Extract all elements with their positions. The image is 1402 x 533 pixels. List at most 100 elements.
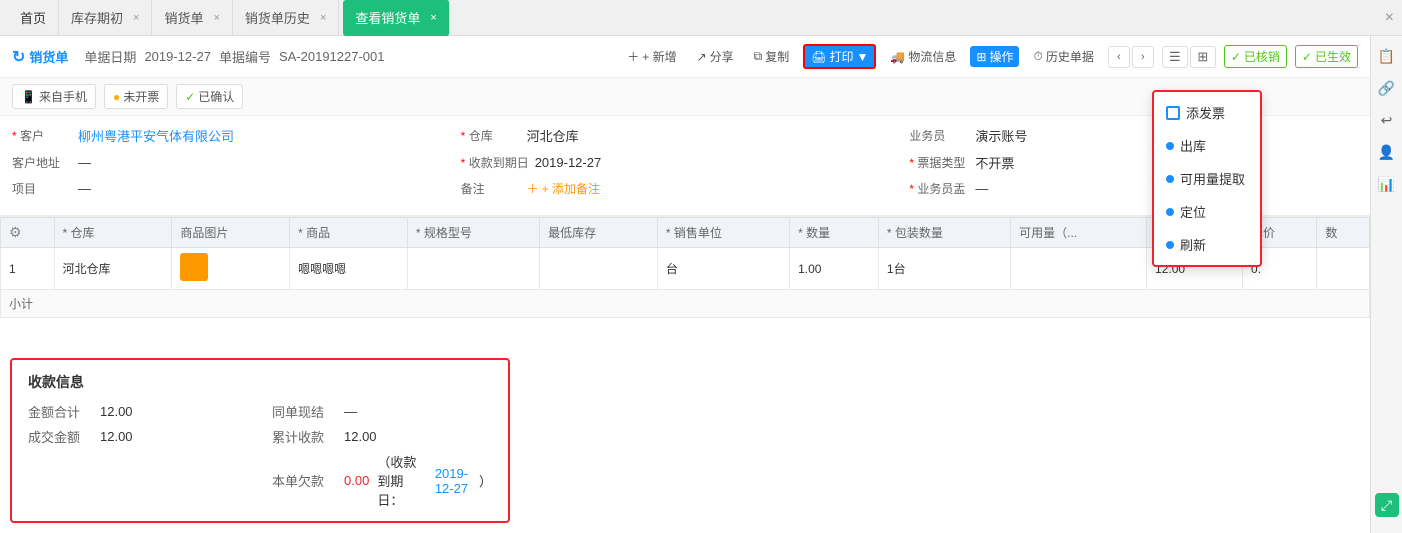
subtotal-label: 小计 [1, 290, 1370, 318]
doc-actions: ＋ + 新增 ↗ 分享 ⧉ 复制 🖨 打印 ▼ 🚚 [621, 44, 1358, 69]
sidebar-icon-user[interactable]: 👤 [1375, 140, 1399, 164]
new-icon: ＋ [627, 48, 639, 65]
grid-view-button[interactable]: ⊞ [1190, 46, 1216, 68]
tab-home-label: 首页 [20, 8, 46, 27]
col-pkg: * 包装数量 [878, 218, 1010, 248]
tab-history[interactable]: 销货单历史 × [233, 0, 339, 36]
mobile-icon: 📱 [21, 90, 36, 104]
row-num: 1 [1, 248, 55, 290]
dropdown-locate[interactable]: 定位 [1154, 195, 1260, 228]
project-value: — [78, 181, 91, 196]
sidebar-icon-link[interactable]: 🔗 [1375, 76, 1399, 100]
payment-grid: 金额合计 12.00 同单现结 — 成交金额 12.00 累计收款 12.00 … [28, 402, 492, 509]
operations-button[interactable]: ⊞ 操作 [970, 46, 1019, 67]
warehouse-label: 仓库 [461, 127, 521, 144]
staff2-field: 业务员盂 — [909, 180, 1358, 197]
prev-arrow[interactable]: ‹ [1108, 46, 1130, 68]
same-order-value: — [344, 404, 357, 419]
col-unit: * 销售单位 [657, 218, 789, 248]
settings-icon[interactable]: ⚙ [9, 224, 22, 240]
grid-icon: ⊞ [976, 50, 986, 64]
tab-history-label: 销货单历史 [245, 8, 310, 27]
tab-sales-close[interactable]: × [213, 12, 219, 24]
col-gear: ⚙ [1, 218, 55, 248]
total-received-row: 累计收款 12.00 [272, 427, 492, 446]
print-button[interactable]: 🖨 打印 ▼ [803, 44, 876, 69]
copy-icon: ⧉ [754, 49, 763, 64]
print-dropdown-arrow: ▼ [857, 50, 869, 64]
add-note-button[interactable]: ＋ + 添加备注 [527, 180, 600, 197]
address-value: — [78, 155, 91, 170]
operations-dropdown: 添发票 出库 可用量提取 定位 刷新 [1152, 90, 1262, 267]
doc-meta: 单据日期 2019-12-27 单据编号 SA-20191227-001 [84, 47, 384, 66]
row-qty: 1.00 [790, 248, 879, 290]
col-min-stock: 最低库存 [540, 218, 658, 248]
col-extra: 数 [1317, 218, 1370, 248]
due-label: 本单欠款 [272, 471, 336, 490]
dropdown-available[interactable]: 可用量提取 [1154, 162, 1260, 195]
tab-view-sales-close[interactable]: × [430, 12, 436, 24]
window-close-button[interactable]: × [1385, 9, 1394, 27]
tab-inventory[interactable]: 库存期初 × [59, 0, 152, 36]
next-arrow[interactable]: › [1132, 46, 1154, 68]
logistics-button[interactable]: 🚚 物流信息 [884, 46, 962, 67]
refresh-icon [1166, 241, 1174, 249]
doc-type-label: ↻ 销货单 [12, 47, 68, 67]
deal-amount-label: 成交金额 [28, 427, 92, 446]
from-mobile-button[interactable]: 📱 来自手机 [12, 84, 96, 109]
due-row: 本单欠款 0.00 （收款到期日： 2019-12-27 ） [272, 452, 492, 509]
staff-label: 业务员 [909, 127, 969, 144]
copy-button[interactable]: ⧉ 复制 [748, 46, 796, 67]
address-field: 客户地址 — [12, 154, 461, 171]
warehouse-value: 河北仓库 [527, 126, 579, 145]
locate-icon [1166, 208, 1174, 216]
dropdown-add-invoice[interactable]: 添发票 [1154, 96, 1260, 129]
tab-inventory-close[interactable]: × [133, 12, 139, 24]
ticket-type-field: 票据类型 不开票 [909, 153, 1358, 172]
dropdown-outbound[interactable]: 出库 [1154, 129, 1260, 162]
new-button[interactable]: ＋ + 新增 [621, 46, 682, 67]
due-date-label: 收款到期日 [461, 154, 529, 171]
ticket-type-value: 不开票 [975, 153, 1014, 172]
nav-arrows: ‹ › [1108, 46, 1154, 68]
check-icon: ✓ [1231, 50, 1241, 64]
not-open-button[interactable]: ● 未开票 [104, 84, 168, 109]
sidebar-icon-chart[interactable]: 📊 [1375, 172, 1399, 196]
note-label: 备注 [461, 180, 521, 197]
project-label: 项目 [12, 180, 72, 197]
share-button[interactable]: ↗ 分享 [691, 46, 740, 67]
dropdown-refresh[interactable]: 刷新 [1154, 228, 1260, 261]
due-value: 0.00 [344, 473, 369, 488]
col-qty: * 数量 [790, 218, 879, 248]
effective-button[interactable]: ✓ 已生效 [1295, 45, 1358, 68]
list-view-button[interactable]: ☰ [1162, 46, 1188, 68]
date-value: 2019-12-27 [144, 49, 211, 64]
history-button[interactable]: ⏱ 历史单据 [1027, 46, 1099, 67]
tab-sales[interactable]: 销货单 × [152, 0, 232, 36]
row-available [1011, 248, 1147, 290]
done-confirm-button[interactable]: ✓ 已确认 [176, 84, 243, 109]
payment-title: 收款信息 [28, 372, 492, 392]
confirm-icon: ✓ [185, 90, 195, 104]
plus-icon: ＋ [527, 180, 539, 197]
sidebar-icon-expand[interactable]: ⤢ [1375, 493, 1399, 517]
customer-value[interactable]: 柳州粤港平安气体有限公司 [78, 126, 234, 145]
col-img: 商品图片 [172, 218, 290, 248]
share-icon: ↗ [697, 50, 707, 64]
sold-button[interactable]: ✓ 已核销 [1224, 45, 1287, 68]
row-unit: 台 [657, 248, 789, 290]
document-header: ↻ 销货单 单据日期 2019-12-27 单据编号 SA-20191227-0… [0, 36, 1370, 78]
deal-amount-row: 成交金额 12.00 [28, 427, 248, 446]
print-icon: 🖨 [811, 50, 826, 64]
tab-view-sales[interactable]: 查看销货单 × [343, 0, 449, 36]
row-warehouse: 河北仓库 [54, 248, 172, 290]
tab-view-sales-label: 查看销货单 [355, 8, 420, 27]
total-received-label: 累计收款 [272, 427, 336, 446]
circle-dot-icon: ● [113, 90, 120, 104]
row-pkg: 1台 [878, 248, 1010, 290]
sidebar-icon-doc[interactable]: 📋 [1375, 44, 1399, 68]
sidebar-icon-rotate[interactable]: ↩ [1375, 108, 1399, 132]
tab-home[interactable]: 首页 [8, 0, 59, 36]
tab-history-close[interactable]: × [320, 12, 326, 24]
ticket-type-label: 票据类型 [909, 154, 969, 171]
